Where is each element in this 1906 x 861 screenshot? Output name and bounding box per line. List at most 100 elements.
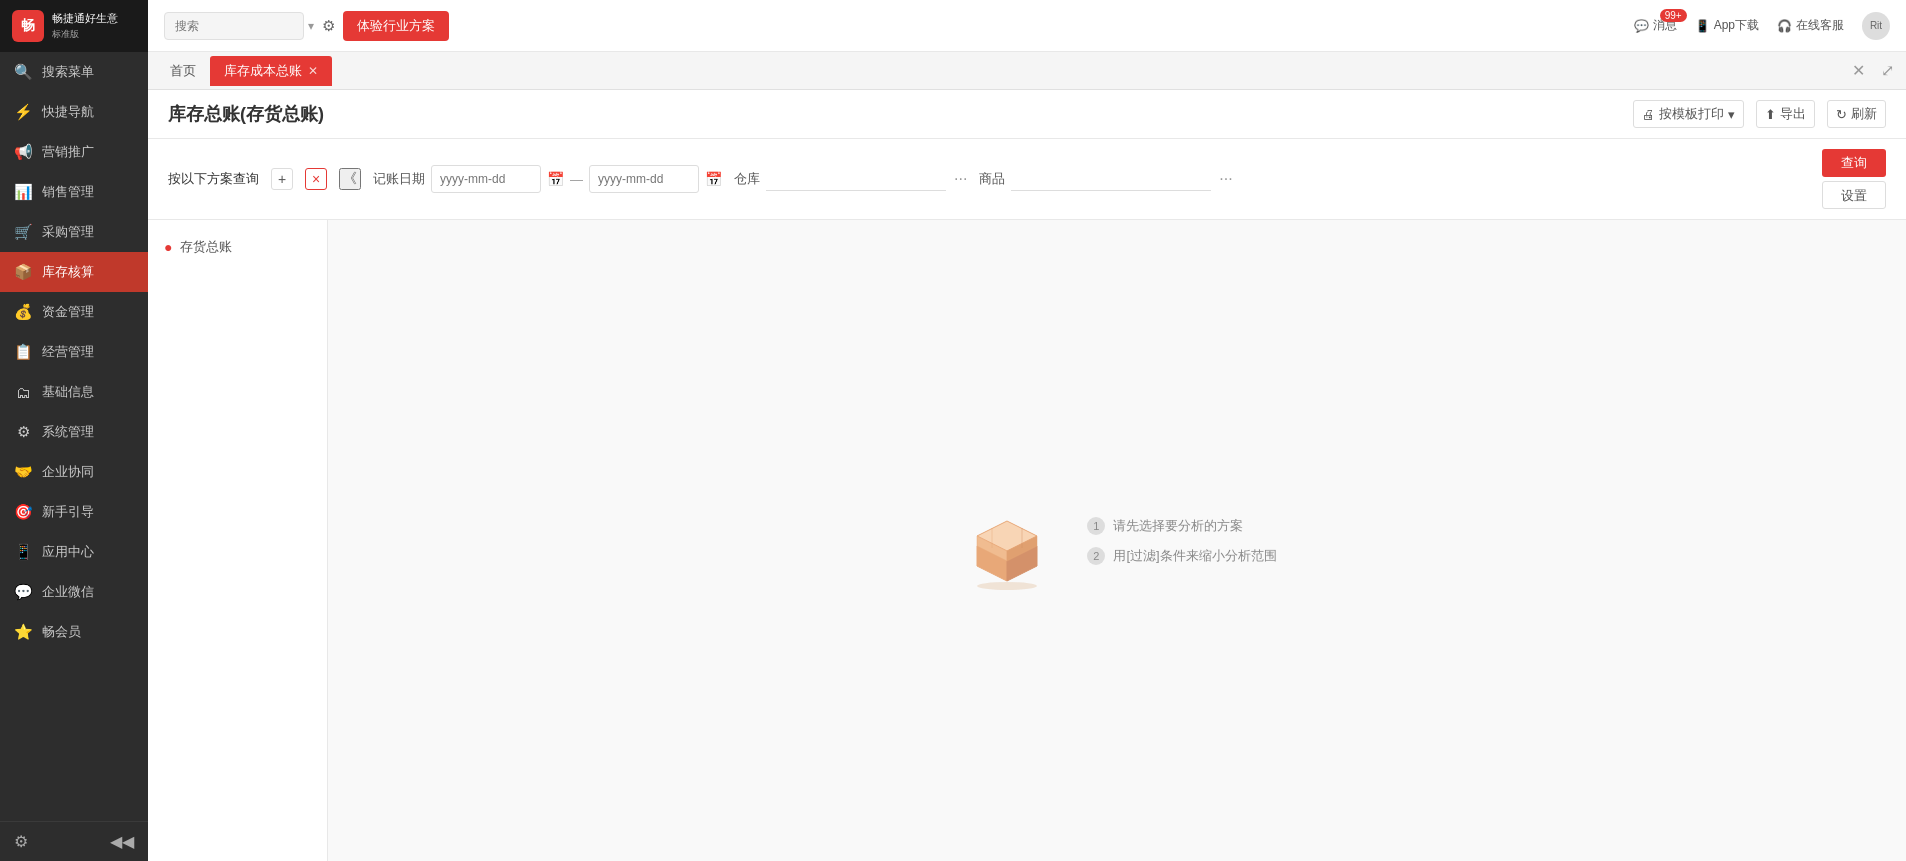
product-more-icon[interactable]: ··· — [1219, 170, 1232, 188]
ledger-label: 存货总账 — [180, 238, 232, 256]
search-input[interactable] — [164, 12, 304, 40]
sidebar-item-newbie[interactable]: 🎯新手引导 — [0, 492, 148, 532]
filter-add-btn[interactable]: + — [271, 168, 293, 190]
sidebar-item-vip[interactable]: ⭐畅会员 — [0, 612, 148, 652]
sidebar-item-quick-nav[interactable]: ⚡快捷导航 — [0, 92, 148, 132]
page-title: 库存总账(存货总账) — [168, 102, 324, 126]
app-download-label: App下载 — [1714, 17, 1759, 34]
empty-content: 1 请先选择要分析的方案 2 用[过滤]条件来缩小分析范围 — [957, 491, 1276, 591]
message-icon: 💬 — [1634, 19, 1649, 33]
sidebar-item-wechat[interactable]: 💬企业微信 — [0, 572, 148, 612]
empty-state: 1 请先选择要分析的方案 2 用[过滤]条件来缩小分析范围 — [328, 220, 1906, 861]
tabs-bar: 首页 库存成本总账 ✕ ✕ ⤢ — [148, 52, 1906, 90]
filter-close-btn[interactable]: × — [305, 168, 327, 190]
filter-bar: 按以下方案查询 + × 《 记账日期 📅 — 📅 仓库 ··· 商品 ··· — [148, 139, 1906, 220]
sidebar-logo: 畅 畅捷通好生意 标准版 — [0, 0, 148, 52]
main-area: ▾ ⚙ 体验行业方案 💬 消息 99+ 📱 App下载 🎧 在线客服 Rit — [148, 0, 1906, 861]
sidebar-icon-search-menu: 🔍 — [14, 63, 32, 81]
page-header-actions: 🖨 按模板打印 ▾ ⬆ 导出 ↻ 刷新 — [1633, 100, 1886, 128]
sidebar-item-purchase[interactable]: 🛒采购管理 — [0, 212, 148, 252]
print-template-btn[interactable]: 🖨 按模板打印 ▾ — [1633, 100, 1744, 128]
panel-close-icon[interactable]: ✕ — [1852, 61, 1865, 80]
empty-illustration — [957, 491, 1057, 591]
calendar-end-icon[interactable]: 📅 — [705, 171, 722, 187]
filter-product-group: 商品 ··· — [979, 168, 1232, 191]
refresh-btn[interactable]: ↻ 刷新 — [1827, 100, 1886, 128]
left-panel: ● 存货总账 — [148, 220, 328, 861]
filter-label: 按以下方案查询 — [168, 170, 259, 188]
sidebar-item-inventory[interactable]: 📦库存核算 — [0, 252, 148, 292]
sidebar-icon-system: ⚙ — [14, 423, 32, 441]
sidebar-item-enterprise[interactable]: 🤝企业协同 — [0, 452, 148, 492]
sidebar-icon-inventory: 📦 — [14, 263, 32, 281]
sidebar-item-basic[interactable]: 🗂基础信息 — [0, 372, 148, 412]
sidebar-icon-app-center: 📱 — [14, 543, 32, 561]
sidebar-icon-wechat: 💬 — [14, 583, 32, 601]
page-content: 库存总账(存货总账) 🖨 按模板打印 ▾ ⬆ 导出 ↻ 刷新 按以下方案查询 — [148, 90, 1906, 861]
message-badge: 99+ — [1660, 9, 1687, 22]
sidebar-item-search-menu[interactable]: 🔍搜索菜单 — [0, 52, 148, 92]
export-icon: ⬆ — [1765, 107, 1776, 122]
search-btn[interactable]: 查询 — [1822, 149, 1886, 177]
tip-item-1: 1 请先选择要分析的方案 — [1087, 517, 1276, 535]
filter-collapse-btn[interactable]: 《 — [339, 168, 361, 190]
sidebar-item-app-center[interactable]: 📱应用中心 — [0, 532, 148, 572]
warehouse-label: 仓库 — [734, 170, 760, 188]
panel-expand-icon[interactable]: ⤢ — [1881, 61, 1894, 80]
sidebar-item-sales[interactable]: 📊销售管理 — [0, 172, 148, 212]
filter-warehouse-group: 仓库 ··· — [734, 168, 967, 191]
date-start-input[interactable] — [431, 165, 541, 193]
sidebar-icon-marketing: 📢 — [14, 143, 32, 161]
sidebar-item-system[interactable]: ⚙系统管理 — [0, 412, 148, 452]
date-label: 记账日期 — [373, 170, 425, 188]
sidebar-icon-vip: ⭐ — [14, 623, 32, 641]
settings-icon[interactable]: ⚙ — [14, 832, 28, 851]
tab-close-icon[interactable]: ✕ — [308, 64, 318, 78]
empty-image — [957, 491, 1057, 591]
tip-text-1: 请先选择要分析的方案 — [1113, 517, 1243, 535]
sidebar-item-operation[interactable]: 📋经营管理 — [0, 332, 148, 372]
settings-btn[interactable]: 设置 — [1822, 181, 1886, 209]
sidebar-icon-newbie: 🎯 — [14, 503, 32, 521]
gear-icon[interactable]: ⚙ — [322, 17, 335, 35]
inventory-ledger-item[interactable]: ● 存货总账 — [148, 230, 327, 264]
sidebar-icon-finance: 💰 — [14, 303, 32, 321]
tip-text-2: 用[过滤]条件来缩小分析范围 — [1113, 547, 1276, 565]
industry-btn[interactable]: 体验行业方案 — [343, 11, 449, 41]
tab-inventory-cost[interactable]: 库存成本总账 ✕ — [210, 56, 332, 86]
topbar: ▾ ⚙ 体验行业方案 💬 消息 99+ 📱 App下载 🎧 在线客服 Rit — [148, 0, 1906, 52]
phone-icon: 📱 — [1695, 19, 1710, 33]
filter-actions: 查询 设置 — [1822, 149, 1886, 209]
ledger-icon: ● — [164, 239, 172, 255]
brand-name: 畅捷通好生意 — [52, 11, 118, 26]
warehouse-more-icon[interactable]: ··· — [954, 170, 967, 188]
tip-item-2: 2 用[过滤]条件来缩小分析范围 — [1087, 547, 1276, 565]
tab-home-label: 首页 — [170, 62, 196, 80]
online-service-item[interactable]: 🎧 在线客服 — [1777, 17, 1844, 34]
app-download-item[interactable]: 📱 App下载 — [1695, 17, 1759, 34]
headset-icon: 🎧 — [1777, 19, 1792, 33]
tip-number-1: 1 — [1087, 517, 1105, 535]
tab-inventory-cost-label: 库存成本总账 — [224, 62, 302, 80]
date-end-input[interactable] — [589, 165, 699, 193]
product-input[interactable] — [1011, 168, 1211, 191]
topbar-right: 💬 消息 99+ 📱 App下载 🎧 在线客服 Rit — [1634, 12, 1890, 40]
brand-badge: 标准版 — [52, 28, 118, 41]
chevron-down-icon-print: ▾ — [1728, 107, 1735, 122]
chevron-down-icon[interactable]: ▾ — [308, 19, 314, 33]
calendar-start-icon[interactable]: 📅 — [547, 171, 564, 187]
export-btn[interactable]: ⬆ 导出 — [1756, 100, 1815, 128]
topbar-search-area: ▾ ⚙ 体验行业方案 — [164, 11, 1626, 41]
collapse-icon[interactable]: ◀◀ — [110, 832, 134, 851]
logo-icon: 畅 — [12, 10, 44, 42]
tab-home[interactable]: 首页 — [160, 56, 206, 86]
warehouse-input[interactable] — [766, 168, 946, 191]
online-service-label: 在线客服 — [1796, 17, 1844, 34]
sidebar-icon-quick-nav: ⚡ — [14, 103, 32, 121]
sidebar-item-finance[interactable]: 💰资金管理 — [0, 292, 148, 332]
print-icon: 🖨 — [1642, 107, 1655, 122]
user-avatar-area[interactable]: Rit — [1862, 12, 1890, 40]
sidebar-item-marketing[interactable]: 📢营销推广 — [0, 132, 148, 172]
message-item[interactable]: 💬 消息 99+ — [1634, 17, 1677, 34]
sidebar-icon-enterprise: 🤝 — [14, 463, 32, 481]
